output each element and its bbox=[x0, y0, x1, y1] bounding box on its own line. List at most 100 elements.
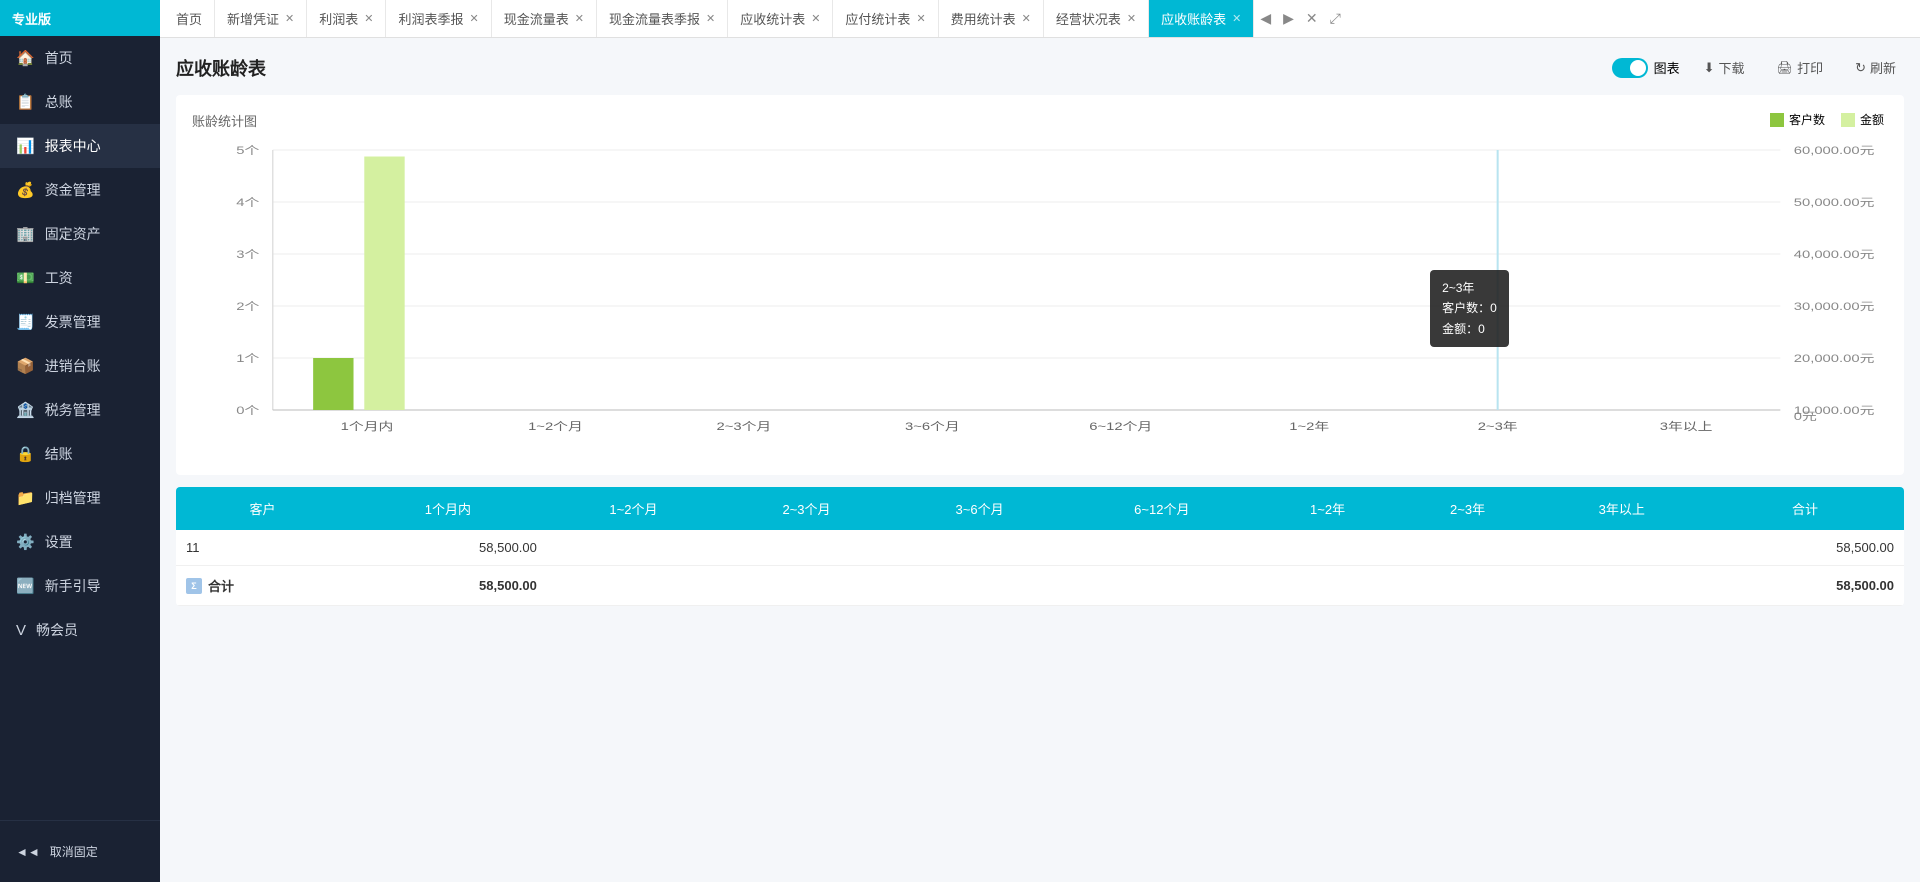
tab-cashflow-label: 现金流量表 bbox=[504, 9, 569, 28]
cell-23y bbox=[1398, 530, 1538, 566]
tab-operation-label: 经营状况表 bbox=[1056, 9, 1121, 28]
toggle-switch-control[interactable] bbox=[1612, 58, 1648, 78]
svg-text:20,000.00元: 20,000.00元 bbox=[1794, 352, 1875, 365]
svg-text:2~3年: 2~3年 bbox=[1478, 420, 1518, 433]
tab-home[interactable]: 首页 bbox=[164, 0, 215, 38]
tab-profit[interactable]: 利润表 ✕ bbox=[307, 0, 386, 38]
tax-icon: 🏦 bbox=[16, 401, 35, 419]
unpin-label: 取消固定 bbox=[50, 843, 98, 860]
sidebar-item-label: 固定资产 bbox=[45, 224, 101, 244]
total-23m bbox=[720, 566, 893, 606]
sidebar-item-guide[interactable]: 🆕 新手引导 bbox=[0, 564, 160, 608]
print-icon: 🖨 bbox=[1777, 60, 1794, 76]
sidebar-item-settings[interactable]: ⚙️ 设置 bbox=[0, 520, 160, 564]
tab-receivable-stat-label: 应收统计表 bbox=[740, 9, 805, 28]
tab-expense-stat-label: 费用统计表 bbox=[951, 9, 1016, 28]
chart-toggle[interactable]: 图表 bbox=[1612, 58, 1680, 78]
salary-icon: 💵 bbox=[16, 269, 35, 287]
sidebar-item-purchase[interactable]: 📦 进销台账 bbox=[0, 344, 160, 388]
legend-amount: 金额 bbox=[1841, 111, 1884, 128]
tab-cashflow-quarter-close[interactable]: ✕ bbox=[706, 12, 715, 25]
tab-expense-stat-close[interactable]: ✕ bbox=[1022, 12, 1031, 25]
print-button[interactable]: 🖨 打印 bbox=[1769, 54, 1832, 81]
tab-receivable-stat-close[interactable]: ✕ bbox=[811, 12, 820, 25]
sidebar-item-reports[interactable]: 📊 报表中心 bbox=[0, 124, 160, 168]
tab-profit-quarter[interactable]: 利润表季报 ✕ bbox=[386, 0, 491, 38]
svg-text:4个: 4个 bbox=[236, 196, 259, 209]
sidebar-unpin-button[interactable]: ◄◄ 取消固定 bbox=[0, 831, 160, 872]
tab-bar: 首页 新增凭证 ✕ 利润表 ✕ 利润表季报 ✕ 现金流量表 ✕ 现金流量表季报 … bbox=[160, 0, 1920, 38]
sidebar-item-label: 畅会员 bbox=[36, 620, 78, 640]
tab-close-all[interactable]: ✕ bbox=[1300, 0, 1324, 38]
sidebar-item-label: 归档管理 bbox=[45, 488, 101, 508]
tab-aging[interactable]: 应收账龄表 ✕ bbox=[1149, 0, 1254, 38]
col-header-12y: 1~2年 bbox=[1258, 487, 1398, 530]
col-header-12m: 1~2个月 bbox=[547, 487, 720, 530]
tab-profit-close[interactable]: ✕ bbox=[364, 12, 373, 25]
reports-icon: 📊 bbox=[16, 137, 35, 155]
cell-total: 58,500.00 bbox=[1706, 530, 1904, 566]
cell-12y bbox=[1258, 530, 1398, 566]
tab-voucher-close[interactable]: ✕ bbox=[285, 12, 294, 25]
svg-text:40,000.00元: 40,000.00元 bbox=[1794, 248, 1875, 261]
tab-aging-label: 应收账龄表 bbox=[1161, 9, 1226, 28]
sidebar-item-close[interactable]: 🔒 结账 bbox=[0, 432, 160, 476]
sidebar-item-label: 首页 bbox=[45, 48, 73, 68]
assets-icon: 🏢 bbox=[16, 225, 35, 243]
sidebar-item-salary[interactable]: 💵 工资 bbox=[0, 256, 160, 300]
sidebar-item-home[interactable]: 🏠 首页 bbox=[0, 36, 160, 80]
sidebar-item-invoice[interactable]: 🧾 发票管理 bbox=[0, 300, 160, 344]
tab-scroll-left[interactable]: ◀ bbox=[1254, 0, 1277, 38]
svg-text:3年以上: 3年以上 bbox=[1660, 420, 1713, 433]
total-12m bbox=[547, 566, 720, 606]
close-accounts-icon: 🔒 bbox=[16, 445, 35, 463]
home-icon: 🏠 bbox=[16, 49, 35, 67]
tab-aging-close[interactable]: ✕ bbox=[1232, 12, 1241, 25]
chart-title: 账龄统计图 bbox=[192, 111, 1888, 130]
table-row: 11 58,500.00 58,500.00 bbox=[176, 530, 1904, 566]
cell-23m bbox=[720, 530, 893, 566]
svg-text:2个: 2个 bbox=[236, 300, 259, 313]
total-12y bbox=[1258, 566, 1398, 606]
col-header-3yplus: 3年以上 bbox=[1538, 487, 1706, 530]
cell-1m: 58,500.00 bbox=[349, 530, 547, 566]
tab-scroll-right[interactable]: ▶ bbox=[1277, 0, 1300, 38]
sidebar-item-assets[interactable]: 🏢 固定资产 bbox=[0, 212, 160, 256]
sidebar-item-member[interactable]: V 畅会员 bbox=[0, 608, 160, 652]
tab-cashflow-quarter[interactable]: 现金流量表季报 ✕ bbox=[597, 0, 728, 38]
total-total: 58,500.00 bbox=[1706, 566, 1904, 606]
tab-operation-close[interactable]: ✕ bbox=[1127, 12, 1136, 25]
sidebar-item-ledger[interactable]: 📋 总账 bbox=[0, 80, 160, 124]
settings-icon: ⚙️ bbox=[16, 533, 35, 551]
tab-profit-quarter-close[interactable]: ✕ bbox=[470, 12, 479, 25]
total-label-text: 合计 bbox=[208, 576, 234, 595]
guide-icon: 🆕 bbox=[16, 577, 35, 595]
tab-voucher[interactable]: 新增凭证 ✕ bbox=[215, 0, 307, 38]
print-label: 打印 bbox=[1797, 58, 1823, 77]
chart-legend: 客户数 金额 bbox=[1770, 111, 1884, 128]
sidebar-item-funds[interactable]: 💰 资金管理 bbox=[0, 168, 160, 212]
sidebar-item-tax[interactable]: 🏦 税务管理 bbox=[0, 388, 160, 432]
col-header-1m: 1个月内 bbox=[349, 487, 547, 530]
tab-cashflow[interactable]: 现金流量表 ✕ bbox=[492, 0, 597, 38]
svg-text:30,000.00元: 30,000.00元 bbox=[1794, 300, 1875, 313]
tab-expand[interactable]: ⤢ bbox=[1324, 0, 1347, 38]
sidebar-item-label: 总账 bbox=[45, 92, 73, 112]
sidebar-item-label: 设置 bbox=[45, 532, 73, 552]
download-label: 下载 bbox=[1719, 58, 1745, 77]
total-1m: 58,500.00 bbox=[349, 566, 547, 606]
refresh-button[interactable]: ↻ 刷新 bbox=[1847, 54, 1904, 81]
tab-cashflow-close[interactable]: ✕ bbox=[575, 12, 584, 25]
tab-payable-stat-close[interactable]: ✕ bbox=[916, 12, 925, 25]
tab-receivable-stat[interactable]: 应收统计表 ✕ bbox=[728, 0, 833, 38]
tab-operation[interactable]: 经营状况表 ✕ bbox=[1044, 0, 1149, 38]
tab-payable-stat[interactable]: 应付统计表 ✕ bbox=[833, 0, 938, 38]
download-button[interactable]: ⬇ 下载 bbox=[1696, 54, 1753, 81]
sidebar-item-archive[interactable]: 📁 归档管理 bbox=[0, 476, 160, 520]
svg-text:0个: 0个 bbox=[236, 404, 259, 417]
page-header: 应收账龄表 图表 ⬇ 下载 🖨 打印 ↻ 刷新 bbox=[176, 54, 1904, 81]
sidebar-item-label: 进销台账 bbox=[45, 356, 101, 376]
tab-expense-stat[interactable]: 费用统计表 ✕ bbox=[939, 0, 1044, 38]
cell-customer: 11 bbox=[176, 530, 349, 566]
sidebar-item-label: 税务管理 bbox=[45, 400, 101, 420]
